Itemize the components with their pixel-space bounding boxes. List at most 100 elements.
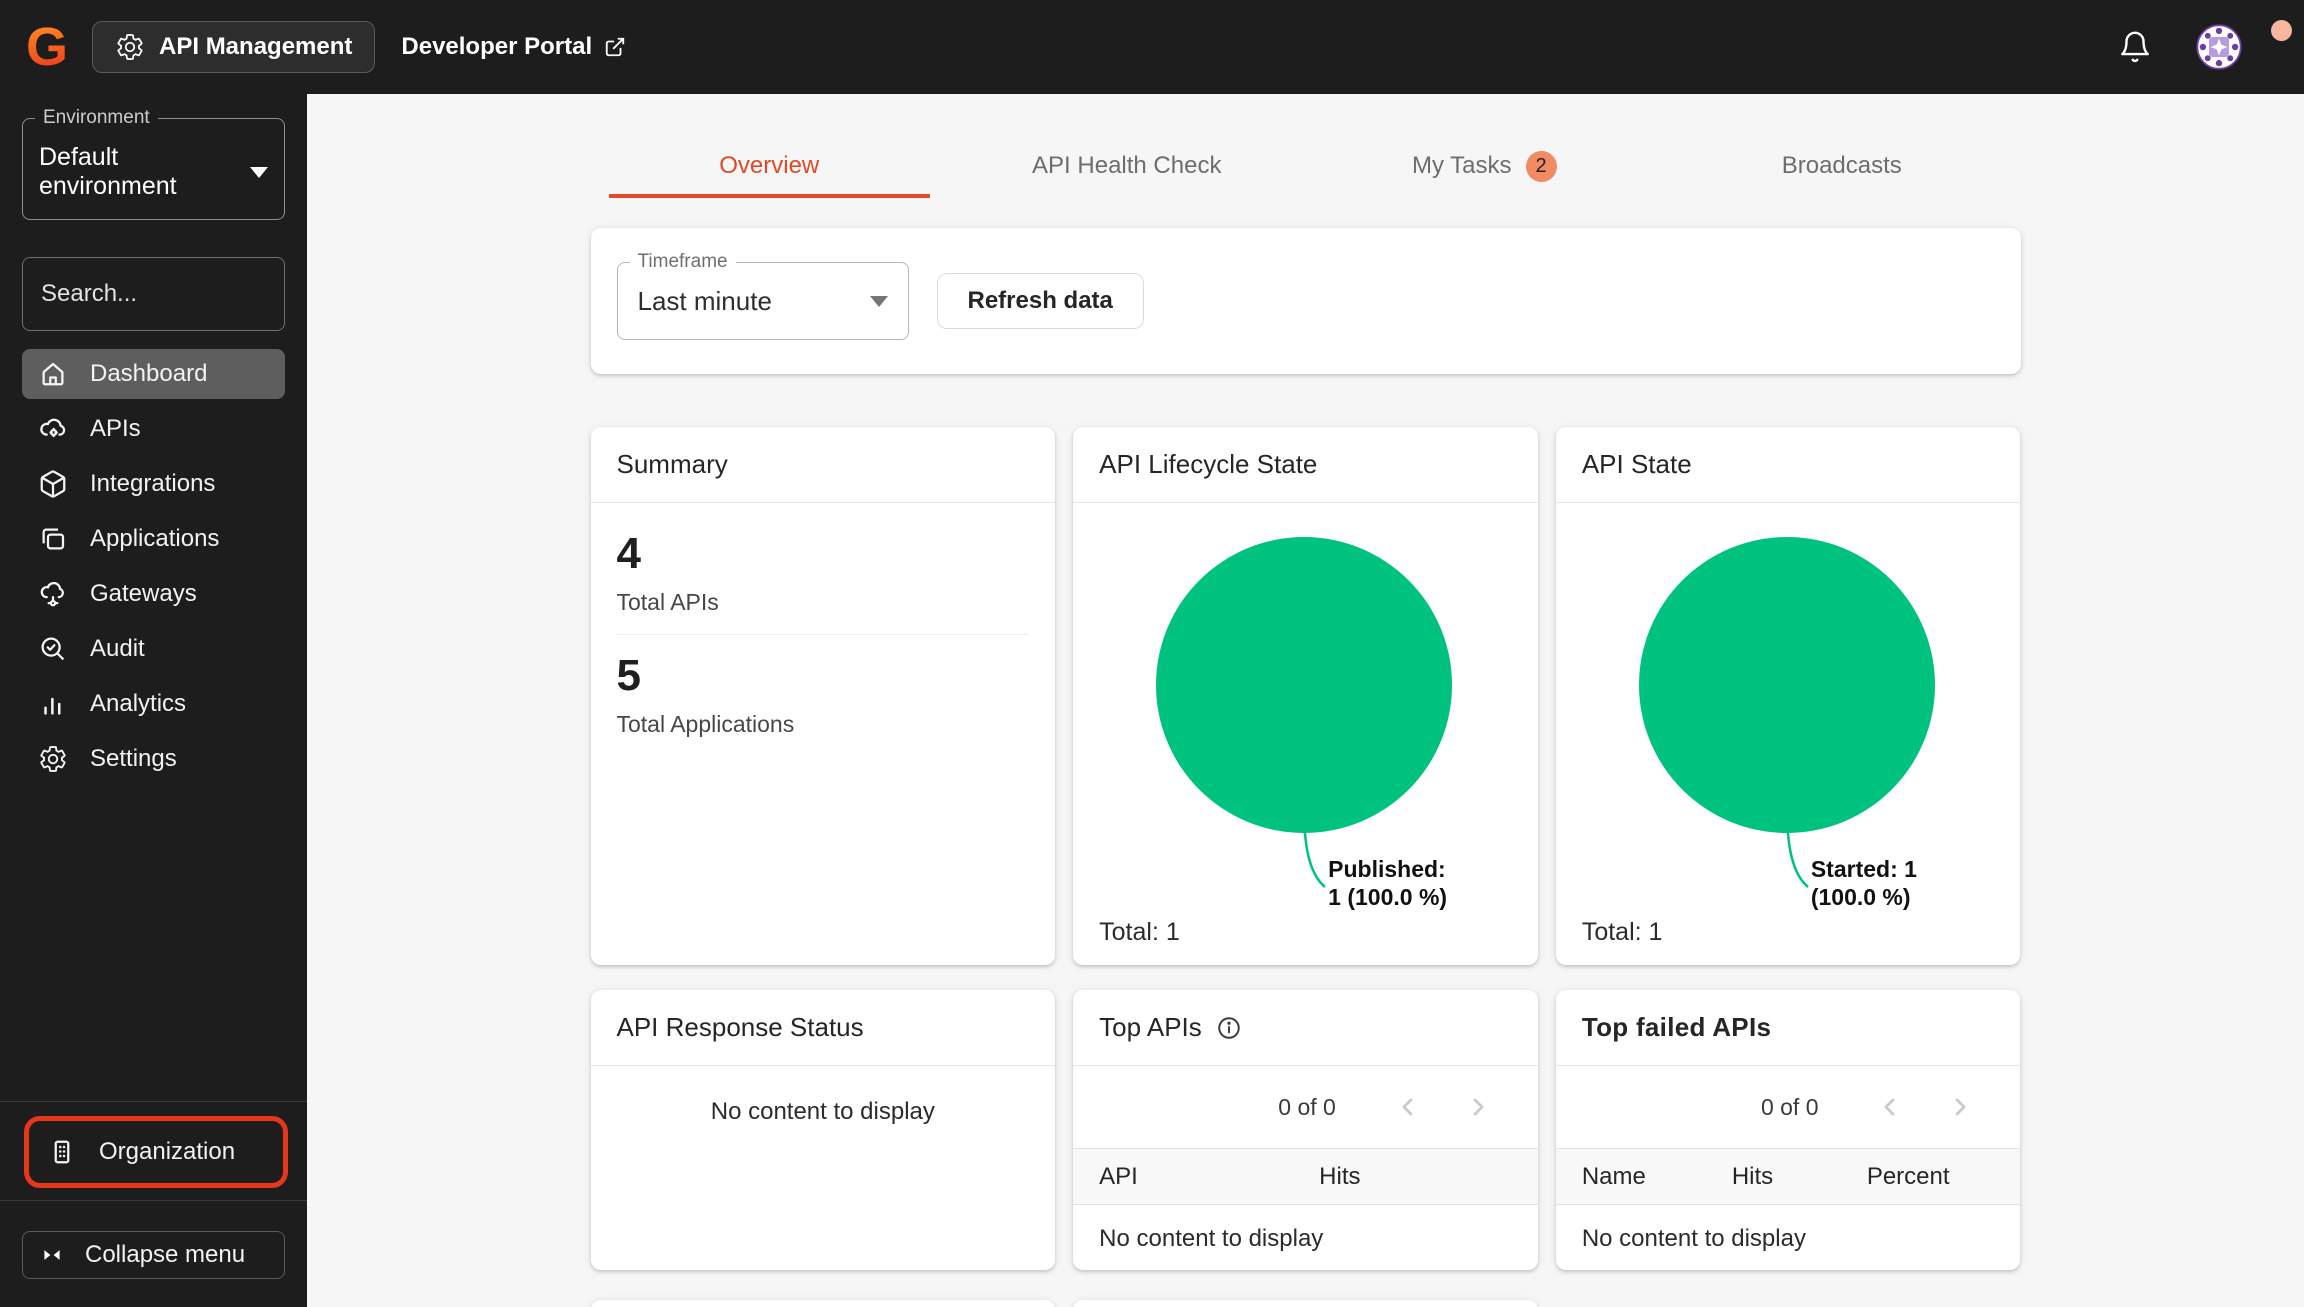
app-switcher-label: API Management [159,33,352,61]
paginator-range: 0 of 0 [1278,1094,1336,1121]
previous-page-button[interactable] [1876,1093,1904,1121]
developer-portal-link[interactable]: Developer Portal [401,33,626,61]
table-header: Name Hits Percent [1556,1148,2021,1205]
sidebar-item-label: Analytics [90,690,186,718]
sidebar-item-label: Dashboard [90,360,207,388]
search-box[interactable] [22,257,285,331]
total-apis-label: Total APIs [617,589,1030,616]
sidebar-item-dashboard[interactable]: Dashboard [22,349,285,399]
sidebar-item-settings[interactable]: Settings [22,734,285,784]
paginator: 0 of 0 [1073,1066,1538,1148]
pie-slice-started[interactable] [1639,537,1935,833]
timeframe-select[interactable]: Timeframe Last minute [617,262,909,340]
empty-state-text: No content to display [591,1066,1056,1126]
cloud-gear-icon [38,414,68,444]
paginator: 0 of 0 [1556,1066,2021,1148]
timeframe-value: Last minute [638,286,772,317]
sidebar-item-apis[interactable]: APIs [22,404,285,454]
main-content: Overview API Health Check My Tasks 2 Bro… [307,94,2304,1307]
total-applications-value: 5 [617,651,1030,701]
partial-card [591,1300,1056,1307]
api-response-status-card: API Response Status No content to displa… [591,990,1056,1270]
column-percent[interactable]: Percent [1841,1163,2021,1191]
column-name[interactable]: Name [1556,1163,1706,1191]
pie-callout: Started: 1 (100.0 %) [1811,855,1917,911]
empty-cell [1556,1300,2021,1307]
timeframe-label: Timeframe [630,251,736,273]
sidebar-item-label: Gateways [90,580,197,608]
magnifier-check-icon [38,634,68,664]
environment-value: Default environment [39,143,240,201]
gear-icon [38,744,68,774]
environment-label: Environment [35,107,158,129]
collapse-icon [39,1242,65,1268]
pie-callout: Published: 1 (100.0 %) [1328,855,1447,911]
sidebar-item-audit[interactable]: Audit [22,624,285,674]
api-lifecycle-state-card: API Lifecycle State Published: 1 (100.0 … [1073,427,1538,965]
pie-total: Total: 1 [1099,918,1180,947]
sidebar-item-gateways[interactable]: Gateways [22,569,285,619]
gear-icon [115,32,145,62]
pie-total: Total: 1 [1582,918,1663,947]
sidebar-nav: Dashboard APIs [22,349,285,784]
windows-icon [38,524,68,554]
tab-my-tasks[interactable]: My Tasks 2 [1306,134,1664,198]
previous-page-button[interactable] [1394,1093,1422,1121]
tab-api-health-check[interactable]: API Health Check [948,134,1306,198]
collapse-menu-button[interactable]: Collapse menu [22,1231,285,1279]
sidebar-item-label: APIs [90,415,141,443]
column-api[interactable]: API [1073,1163,1293,1191]
sidebar-item-organization[interactable]: Organization [24,1116,288,1188]
user-avatar[interactable] [2196,24,2242,70]
next-page-button[interactable] [1946,1093,1974,1121]
cards-row-tables: API Response Status No content to displa… [591,990,2021,1270]
sidebar-item-integrations[interactable]: Integrations [22,459,285,509]
info-icon[interactable] [1216,1015,1242,1041]
cards-row-summary: Summary 4 Total APIs 5 Total Application… [591,427,2021,965]
sidebar-item-label: Settings [90,745,177,773]
next-page-button[interactable] [1464,1093,1492,1121]
package-icon [38,469,68,499]
pie-chart-api-state: Started: 1 (100.0 %) Total: 1 [1556,503,2021,965]
column-hits[interactable]: Hits [1293,1163,1538,1191]
presence-dot [2271,20,2292,41]
tab-overview[interactable]: Overview [591,134,949,198]
pie-slice-published[interactable] [1156,537,1452,833]
top-apis-card: Top APIs 0 of 0 [1073,990,1538,1270]
tab-broadcasts[interactable]: Broadcasts [1663,134,2021,198]
api-state-card: API State Started: 1 (100.0 %) Total: 1 [1556,427,2021,965]
sidebar-item-label: Organization [99,1138,235,1166]
pie-chart-lifecycle: Published: 1 (100.0 %) Total: 1 [1073,503,1538,965]
refresh-data-button[interactable]: Refresh data [937,273,1144,329]
card-title: Top failed APIs [1556,990,2021,1066]
building-icon [47,1137,77,1167]
organization-row: Organization [22,1102,285,1200]
chevron-down-icon [250,167,268,178]
divider [0,1200,307,1201]
timeframe-card: Timeframe Last minute Refresh data [591,228,2021,374]
search-input[interactable] [41,280,351,308]
bell-icon [2118,30,2152,64]
sidebar-item-label: Integrations [90,470,215,498]
notifications-button[interactable] [2118,30,2152,64]
paginator-range: 0 of 0 [1761,1094,1819,1121]
gravitee-logo[interactable]: G [26,20,66,74]
cloud-node-icon [38,579,68,609]
home-icon [38,359,68,389]
sidebar-item-applications[interactable]: Applications [22,514,285,564]
dashboard-container: Timeframe Last minute Refresh data Summa… [591,228,2021,1307]
sidebar-item-analytics[interactable]: Analytics [22,679,285,729]
column-hits[interactable]: Hits [1706,1163,1841,1191]
environment-select[interactable]: Environment Default environment [22,118,285,220]
empty-state-text: No content to display [1073,1205,1538,1270]
external-link-icon [604,36,626,58]
topbar: G API Management Developer Portal [0,0,2304,94]
card-title: API State [1556,427,2021,503]
top-failed-apis-card: Top failed APIs 0 of 0 Name Hits [1556,990,2021,1270]
app-switcher-button[interactable]: API Management [92,21,375,73]
sidebar-item-label: Audit [90,635,145,663]
tab-bar: Overview API Health Check My Tasks 2 Bro… [591,134,2021,198]
sidebar: Environment Default environment [0,94,307,1307]
partial-card [1073,1300,1538,1307]
api-management-app: G API Management Developer Portal [0,0,2304,1307]
